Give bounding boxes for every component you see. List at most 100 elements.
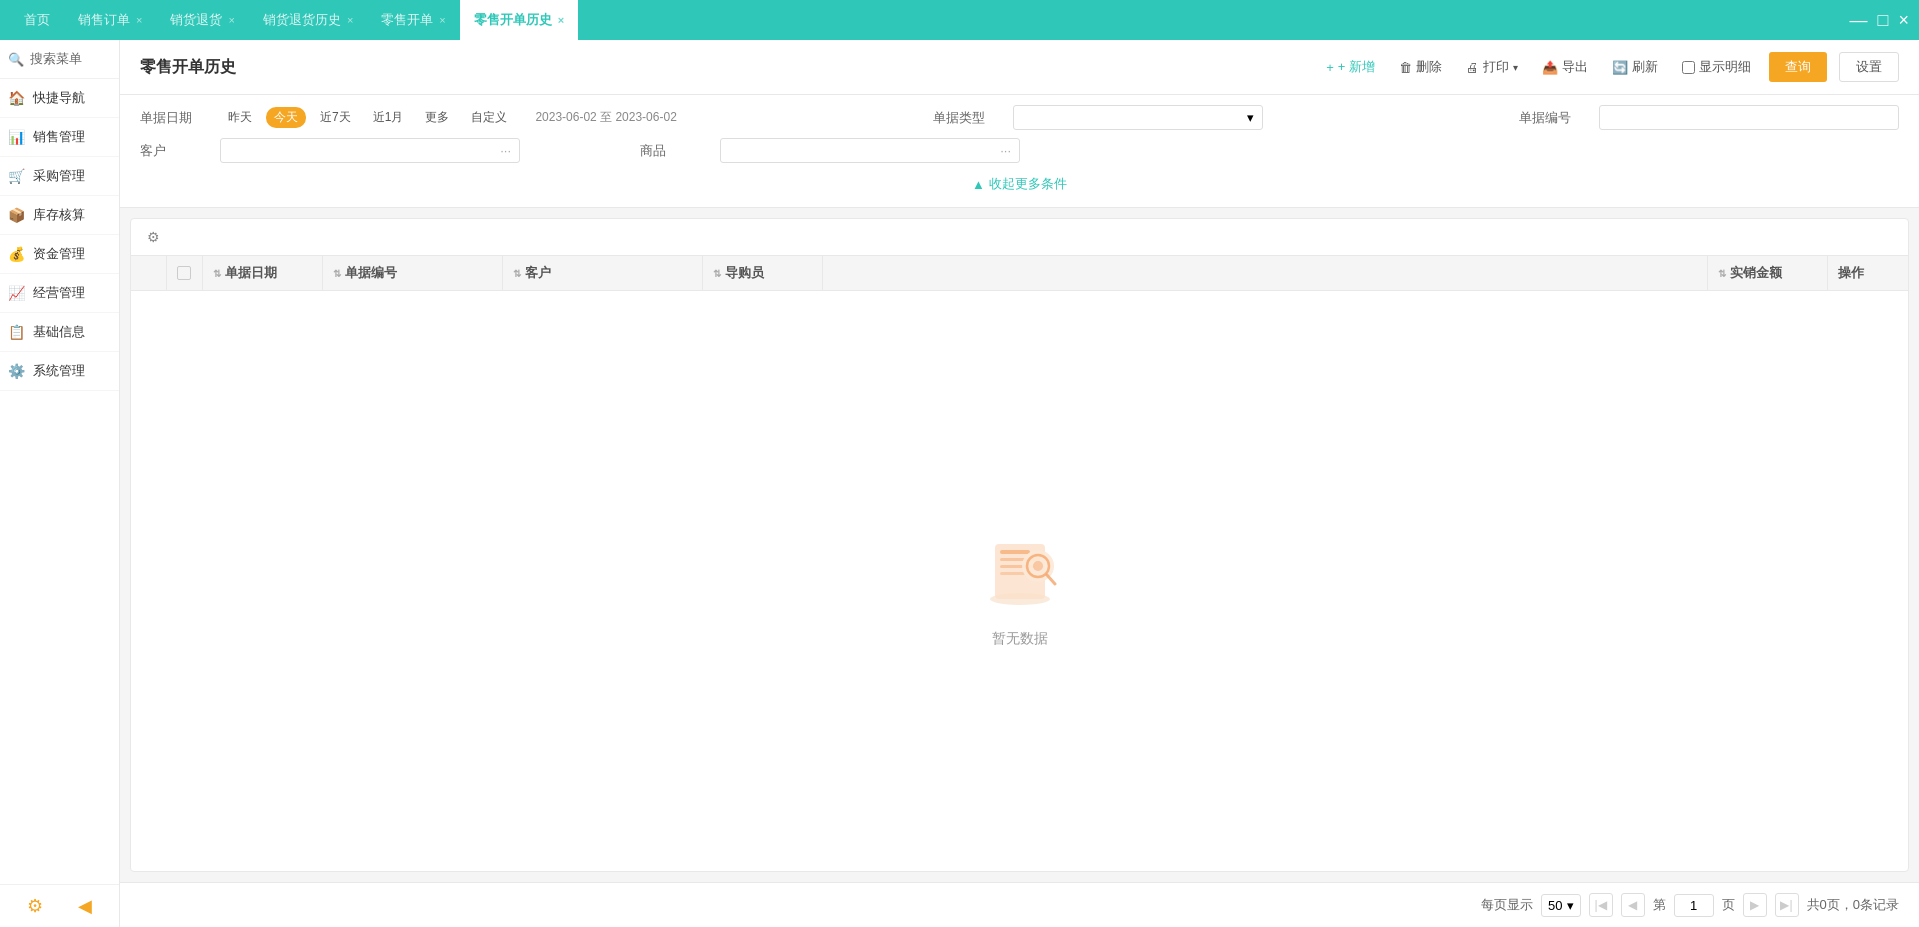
sidebar-search[interactable]: 🔍 搜索菜单 (0, 40, 119, 79)
settings-button[interactable]: 设置 (1839, 52, 1899, 82)
col-no[interactable]: ⇅ 单据编号 (323, 256, 503, 290)
date-btn-自定义[interactable]: 自定义 (463, 107, 515, 128)
main-layout: 🔍 搜索菜单 🏠快捷导航📊销售管理🛒采购管理📦库存核算💰资金管理📈经营管理📋基础… (0, 40, 1919, 927)
sidebar-item-operations[interactable]: 📈经营管理 (0, 274, 119, 313)
col-amount-sort-icon: ⇅ (1718, 268, 1726, 279)
date-btn-今天[interactable]: 今天 (266, 107, 306, 128)
tab-retail-open-history[interactable]: 零售开单历史× (460, 0, 578, 40)
date-btn-近7天[interactable]: 近7天 (312, 107, 359, 128)
content-area: 零售开单历史 + + 新增 🗑 删除 🖨 打印 ▾ 📤 导出 (120, 40, 1919, 927)
search-icon: 🔍 (8, 52, 24, 67)
col-action: 操作 (1828, 256, 1908, 290)
tab-sales-return-history[interactable]: 销货退货历史× (249, 0, 367, 40)
sidebar-search-label: 搜索菜单 (30, 50, 82, 68)
table-container: ⚙ ⇅ 单据日期 ⇅ 单据编号 ⇅ 客户 (130, 218, 1909, 872)
print-button[interactable]: 🖨 打印 ▾ (1460, 54, 1524, 80)
sidebar: 🔍 搜索菜单 🏠快捷导航📊销售管理🛒采购管理📦库存核算💰资金管理📈经营管理📋基础… (0, 40, 120, 927)
col-settings (131, 256, 167, 290)
query-button[interactable]: 查询 (1769, 52, 1827, 82)
sidebar-icon-finance: 💰 (8, 246, 25, 262)
prev-page-button[interactable]: ◀ (1621, 893, 1645, 917)
sidebar-item-finance[interactable]: 💰资金管理 (0, 235, 119, 274)
add-button[interactable]: + + 新增 (1320, 54, 1381, 80)
tab-home[interactable]: 首页 (10, 0, 64, 40)
page-size-select[interactable]: 50 ▾ (1541, 894, 1580, 917)
col-spacer (823, 256, 1708, 290)
col-guide[interactable]: ⇅ 导购员 (703, 256, 823, 290)
col-no-sort-icon: ⇅ (333, 268, 341, 279)
col-date-label: 单据日期 (225, 264, 277, 282)
sidebar-item-system-mgmt[interactable]: ⚙️系统管理 (0, 352, 119, 391)
col-guide-label: 导购员 (725, 264, 764, 282)
page-title: 零售开单历史 (140, 57, 236, 78)
col-no-label: 单据编号 (345, 264, 397, 282)
select-all-checkbox[interactable] (177, 266, 191, 280)
date-btn-更多[interactable]: 更多 (417, 107, 457, 128)
collapse-sidebar-icon[interactable]: ◀ (78, 895, 92, 917)
page-total-label: 共0页，0条记录 (1807, 896, 1899, 914)
refresh-button[interactable]: 🔄 刷新 (1606, 54, 1664, 80)
sidebar-label-system-mgmt: 系统管理 (33, 362, 85, 380)
date-label: 单据日期 (140, 109, 200, 127)
empty-illustration (970, 514, 1070, 614)
tab-close-sales-order[interactable]: × (136, 14, 142, 26)
goods-dots[interactable]: ··· (1000, 143, 1011, 158)
tab-close-retail-open[interactable]: × (439, 14, 445, 26)
export-icon: 📤 (1542, 60, 1558, 75)
settings-bottom-icon[interactable]: ⚙ (27, 895, 43, 917)
sidebar-icon-operations: 📈 (8, 285, 25, 301)
first-page-button[interactable]: |◀ (1589, 893, 1613, 917)
tab-sales-return[interactable]: 销货退货× (156, 0, 248, 40)
goods-input-area[interactable]: ··· (720, 138, 1020, 163)
tab-close-retail-open-history[interactable]: × (558, 14, 564, 26)
tab-close-sales-return[interactable]: × (228, 14, 234, 26)
sidebar-icon-inventory: 📦 (8, 207, 25, 223)
date-btn-昨天[interactable]: 昨天 (220, 107, 260, 128)
date-range-display: 2023-06-02 至 2023-06-02 (535, 109, 676, 126)
svg-point-9 (1033, 561, 1043, 571)
last-page-button[interactable]: ▶| (1775, 893, 1799, 917)
tab-close-sales-return-history[interactable]: × (347, 14, 353, 26)
sidebar-item-sales-mgmt[interactable]: 📊销售管理 (0, 118, 119, 157)
col-amount[interactable]: ⇅ 实销金额 (1708, 256, 1828, 290)
doc-no-input[interactable] (1599, 105, 1899, 130)
collapse-button[interactable]: ▲ 收起更多条件 (140, 171, 1899, 197)
empty-text: 暂无数据 (992, 630, 1048, 648)
col-customer-sort-icon: ⇅ (513, 268, 521, 279)
customer-input-area[interactable]: ··· (220, 138, 520, 163)
sidebar-item-quick-nav[interactable]: 🏠快捷导航 (0, 79, 119, 118)
sidebar-item-purchase-mgmt[interactable]: 🛒采购管理 (0, 157, 119, 196)
doc-type-select[interactable]: ▾ (1013, 105, 1263, 130)
next-page-button[interactable]: ▶ (1743, 893, 1767, 917)
display-detail-checkbox[interactable] (1682, 61, 1695, 74)
sidebar-icon-sales-mgmt: 📊 (8, 129, 25, 145)
table-settings-icon[interactable]: ⚙ (141, 227, 166, 247)
date-btn-近1月[interactable]: 近1月 (365, 107, 412, 128)
close-window-icon[interactable]: × (1898, 10, 1909, 31)
svg-line-8 (1047, 575, 1055, 584)
add-icon: + (1326, 60, 1334, 75)
maximize-icon[interactable]: □ (1878, 10, 1889, 31)
col-customer-label: 客户 (525, 264, 551, 282)
page-suffix-label: 页 (1722, 896, 1735, 914)
export-button[interactable]: 📤 导出 (1536, 54, 1594, 80)
export-label: 导出 (1562, 58, 1588, 76)
minimize-icon[interactable]: — (1850, 10, 1868, 31)
display-detail-button[interactable]: 显示明细 (1676, 54, 1757, 80)
customer-dots[interactable]: ··· (500, 143, 511, 158)
sidebar-label-quick-nav: 快捷导航 (33, 89, 85, 107)
delete-button[interactable]: 🗑 删除 (1393, 54, 1448, 80)
doc-type-chevron-icon: ▾ (1247, 110, 1254, 125)
sidebar-item-basic-info[interactable]: 📋基础信息 (0, 313, 119, 352)
col-customer[interactable]: ⇅ 客户 (503, 256, 703, 290)
col-date[interactable]: ⇅ 单据日期 (203, 256, 323, 290)
page-input[interactable] (1674, 894, 1714, 917)
page-size-value: 50 (1548, 898, 1562, 913)
page-prefix-label: 第 (1653, 896, 1666, 914)
sidebar-item-inventory[interactable]: 📦库存核算 (0, 196, 119, 235)
col-amount-label: 实销金额 (1730, 264, 1782, 282)
tab-retail-open[interactable]: 零售开单× (367, 0, 459, 40)
filter-date-buttons: 昨天今天近7天近1月更多自定义 (220, 107, 515, 128)
tab-sales-order[interactable]: 销售订单× (64, 0, 156, 40)
sidebar-label-purchase-mgmt: 采购管理 (33, 167, 85, 185)
